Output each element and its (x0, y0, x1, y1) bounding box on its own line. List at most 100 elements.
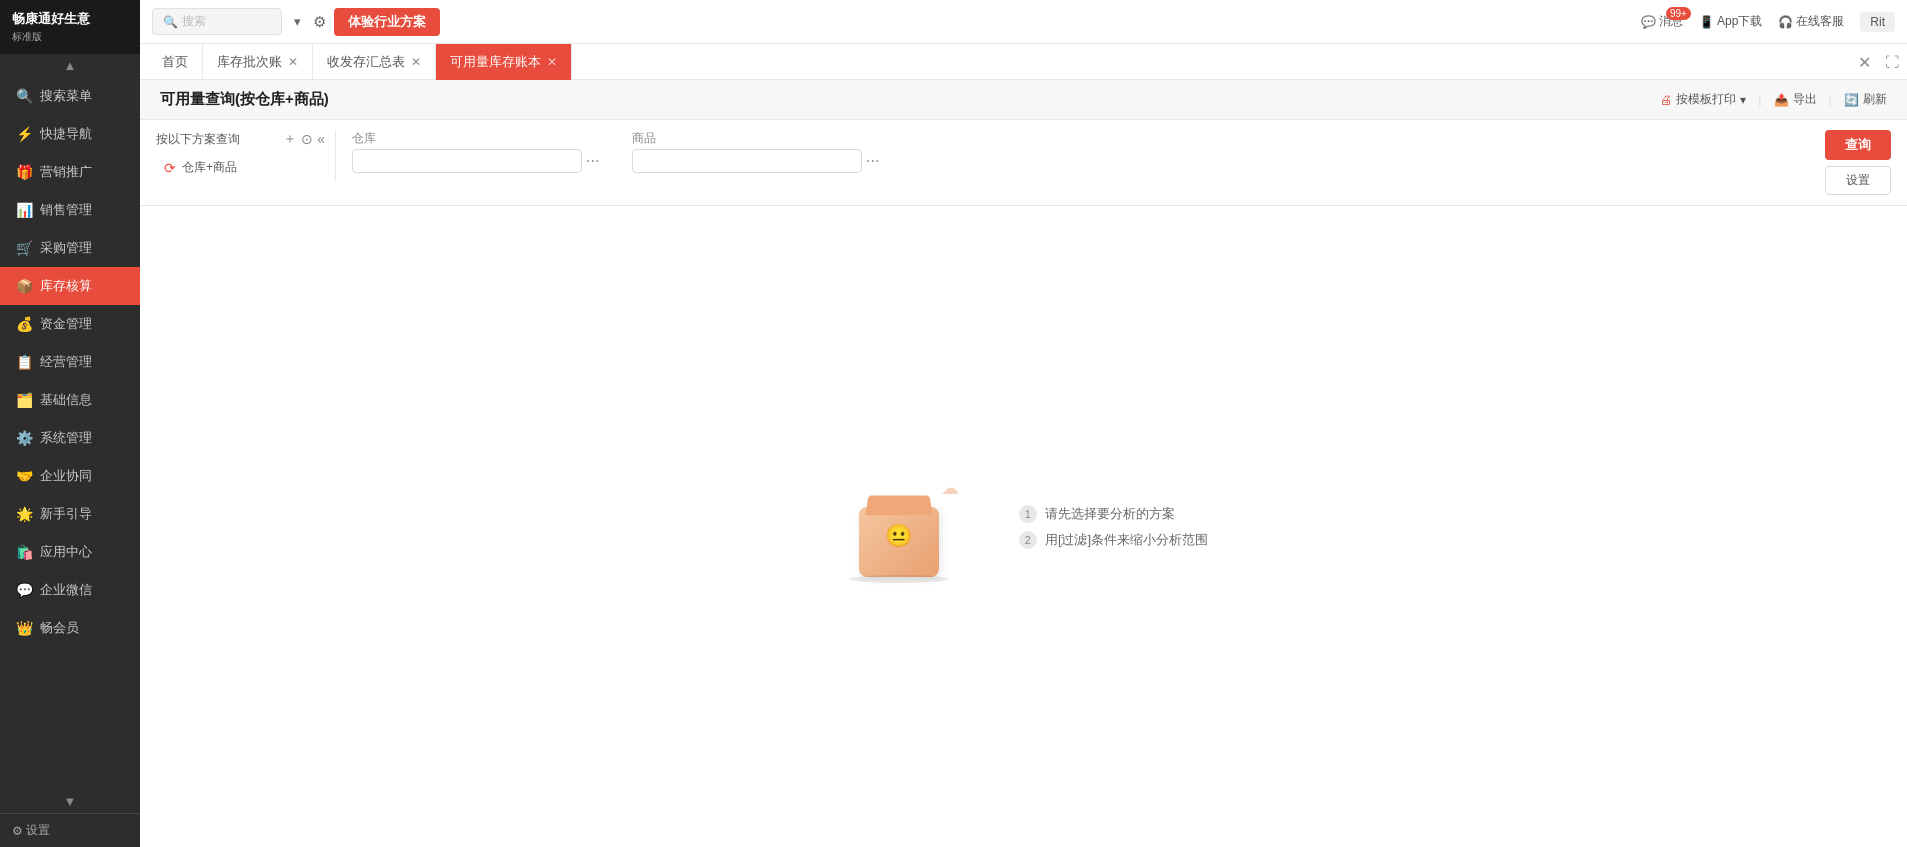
sidebar-footer[interactable]: ⚙ 设置 (0, 813, 140, 847)
scheme-collapse-btn[interactable]: « (317, 131, 325, 147)
msg-btn[interactable]: 💬 消息 99+ (1641, 13, 1683, 30)
sidebar-header: 畅康通好生意 标准版 (0, 0, 140, 54)
refresh-label: 刷新 (1863, 91, 1887, 108)
empty-shadow (849, 575, 949, 583)
sidebar-icon-purchase: 🛒 (16, 240, 32, 256)
tab-close-in-out-summary[interactable]: ✕ (411, 55, 421, 69)
print-dropdown-icon[interactable]: ▾ (1740, 93, 1746, 107)
user-menu-btn[interactable]: Rit (1860, 12, 1895, 32)
tab-label-in-out-summary: 收发存汇总表 (327, 53, 405, 71)
sidebar-label-guide: 新手引导 (40, 505, 92, 523)
goods-input[interactable] (632, 149, 862, 173)
scheme-item-warehouse-goods[interactable]: ⟳ 仓库+商品 (156, 154, 325, 181)
sidebar-label-purchase: 采购管理 (40, 239, 92, 257)
sidebar-label-operation: 经营管理 (40, 353, 92, 371)
support-label: 在线客服 (1796, 13, 1844, 30)
sidebar-label-app-center: 应用中心 (40, 543, 92, 561)
sidebar-item-marketing[interactable]: 🎁营销推广 (0, 153, 140, 191)
warehouse-input[interactable] (352, 149, 582, 173)
tab-batch-ledger[interactable]: 库存批次账✕ (203, 44, 313, 80)
export-icon: 📤 (1774, 93, 1789, 107)
sidebar-item-member[interactable]: 👑 畅会员 (0, 609, 140, 647)
empty-tip-2: 2 用[过滤]条件来缩小分析范围 (1019, 531, 1208, 549)
sidebar-item-app-center[interactable]: 🛍️ 应用中心 (0, 533, 140, 571)
sidebar-label-finance: 资金管理 (40, 315, 92, 333)
sidebar-item-purchase[interactable]: 🛒 采购管理 (0, 229, 140, 267)
tab-close-available-ledger[interactable]: ✕ (547, 55, 557, 69)
tabs-expand-btn[interactable]: ⛶ (1885, 54, 1899, 70)
sidebar-label-member: 畅会员 (40, 619, 79, 637)
tab-in-out-summary[interactable]: 收发存汇总表 ✕ (313, 44, 436, 80)
topbar-gear-btn[interactable]: ⚙ (313, 13, 326, 31)
sidebar-label-marketing: 营销推广 (40, 163, 92, 181)
sidebar-item-enterprise[interactable]: 🤝 企业协同 (0, 457, 140, 495)
trial-btn[interactable]: 体验行业方案 (334, 8, 440, 36)
sidebar-nav: 🔍搜索菜单⚡快捷导航🎁营销推广📊销售管理 🛒 采购管理 📦库存核算 💰 资金管理 📋经营管理… (0, 77, 140, 790)
sidebar-icon-inventory: 📦 (16, 278, 32, 294)
empty-tips: 1 请先选择要分析的方案 2 用[过滤]条件来缩小分析范围 (1019, 505, 1208, 549)
sidebar-icon-enterprise: 🤝 (16, 468, 32, 484)
msg-badge: 99+ (1666, 7, 1691, 20)
topbar-search[interactable]: 🔍 搜索 (152, 8, 282, 35)
filter-scheme-panel: 按以下方案查询 ＋ ⊙ « ⟳ 仓库+商品 (156, 130, 336, 181)
sidebar-item-quick-nav[interactable]: ⚡快捷导航 (0, 115, 140, 153)
sidebar-label-wechat: 企业微信 (40, 581, 92, 599)
sidebar-item-sales[interactable]: 📊销售管理 (0, 191, 140, 229)
support-icon: 🎧 (1778, 15, 1793, 29)
scheme-settings-btn[interactable]: ⊙ (301, 131, 313, 147)
settings-icon: ⚙ (12, 824, 23, 838)
sidebar-label-system: 系统管理 (40, 429, 92, 447)
tabs-close-all-btn[interactable]: ✕ (1858, 52, 1871, 71)
app-label: App下载 (1717, 13, 1762, 30)
sidebar-item-finance[interactable]: 💰 资金管理 (0, 305, 140, 343)
page-header: 可用量查询(按仓库+商品) 🖨 按模板打印 ▾ | 📤 导出 | 🔄 刷新 (140, 80, 1907, 120)
sidebar-label-enterprise: 企业协同 (40, 467, 92, 485)
sidebar-scroll-down[interactable]: ▼ (0, 790, 140, 813)
export-btn[interactable]: 📤 导出 (1774, 91, 1817, 108)
sidebar-icon-finance: 💰 (16, 316, 32, 332)
filter-settings-btn[interactable]: 设置 (1825, 166, 1891, 195)
app-icon: 📱 (1699, 15, 1714, 29)
query-btn[interactable]: 查询 (1825, 130, 1891, 160)
sidebar-icon-wechat: 💬 (16, 582, 32, 598)
tab-home[interactable]: 首页 (148, 44, 203, 80)
print-btn[interactable]: 🖨 按模板打印 ▾ (1660, 91, 1746, 108)
sidebar-item-system[interactable]: ⚙️系统管理 (0, 419, 140, 457)
goods-filter-field: 商品 ··· (632, 130, 892, 173)
tabs-bar: 首页库存批次账✕收发存汇总表✕可用量库存账本✕✕ ⛶ (140, 44, 1907, 80)
sidebar-icon-member: 👑 (16, 620, 32, 636)
tab-available-ledger[interactable]: 可用量库存账本✕ (436, 44, 572, 80)
sidebar-label-basic: 基础信息 (40, 391, 92, 409)
sidebar-item-wechat[interactable]: 💬 企业微信 (0, 571, 140, 609)
empty-box: 😐 (859, 507, 939, 577)
sidebar-item-inventory[interactable]: 📦库存核算 (0, 267, 140, 305)
filter-area: 按以下方案查询 ＋ ⊙ « ⟳ 仓库+商品 仓库 ··· (140, 120, 1907, 206)
topbar-right: 💬 消息 99+ 📱 App下载 🎧 在线客服 Rit (1641, 12, 1895, 32)
sidebar-item-search[interactable]: 🔍搜索菜单 (0, 77, 140, 115)
sidebar-icon-app-center: 🛍️ (16, 544, 32, 560)
sidebar-icon-guide: 🌟 (16, 506, 32, 522)
sidebar-item-basic[interactable]: 🗂️ 基础信息 (0, 381, 140, 419)
empty-section: ☁ 😐 1 请先选择要分析的方案 2 用[过滤]条件来缩小分析范围 (839, 477, 1208, 577)
support-btn[interactable]: 🎧 在线客服 (1778, 13, 1844, 30)
sidebar: 畅康通好生意 标准版 ▲ 🔍搜索菜单⚡快捷导航🎁营销推广📊销售管理 🛒 采购管理 📦库… (0, 0, 140, 847)
action-divider-2: | (1829, 92, 1832, 107)
sidebar-subtitle: 标准版 (12, 30, 128, 44)
sidebar-scroll-up[interactable]: ▲ (0, 54, 140, 77)
tip-num-1: 1 (1019, 505, 1037, 523)
tab-close-batch-ledger[interactable]: ✕ (288, 55, 298, 69)
warehouse-more-btn[interactable]: ··· (586, 152, 599, 170)
sidebar-label-quick-nav: 快捷导航 (40, 125, 92, 143)
sidebar-item-guide[interactable]: 🌟 新手引导 (0, 495, 140, 533)
scheme-add-btn[interactable]: ＋ (283, 130, 297, 148)
warehouse-filter-field: 仓库 ··· (352, 130, 612, 173)
app-download-btn[interactable]: 📱 App下载 (1699, 13, 1762, 30)
topbar-dropdown-btn[interactable]: ▾ (290, 14, 305, 29)
sidebar-item-operation[interactable]: 📋经营管理 (0, 343, 140, 381)
print-label: 按模板打印 (1676, 91, 1736, 108)
refresh-icon: 🔄 (1844, 93, 1859, 107)
sidebar-icon-basic: 🗂️ (16, 392, 32, 408)
sidebar-label-search: 搜索菜单 (40, 87, 92, 105)
refresh-btn[interactable]: 🔄 刷新 (1844, 91, 1887, 108)
goods-more-btn[interactable]: ··· (866, 152, 879, 170)
